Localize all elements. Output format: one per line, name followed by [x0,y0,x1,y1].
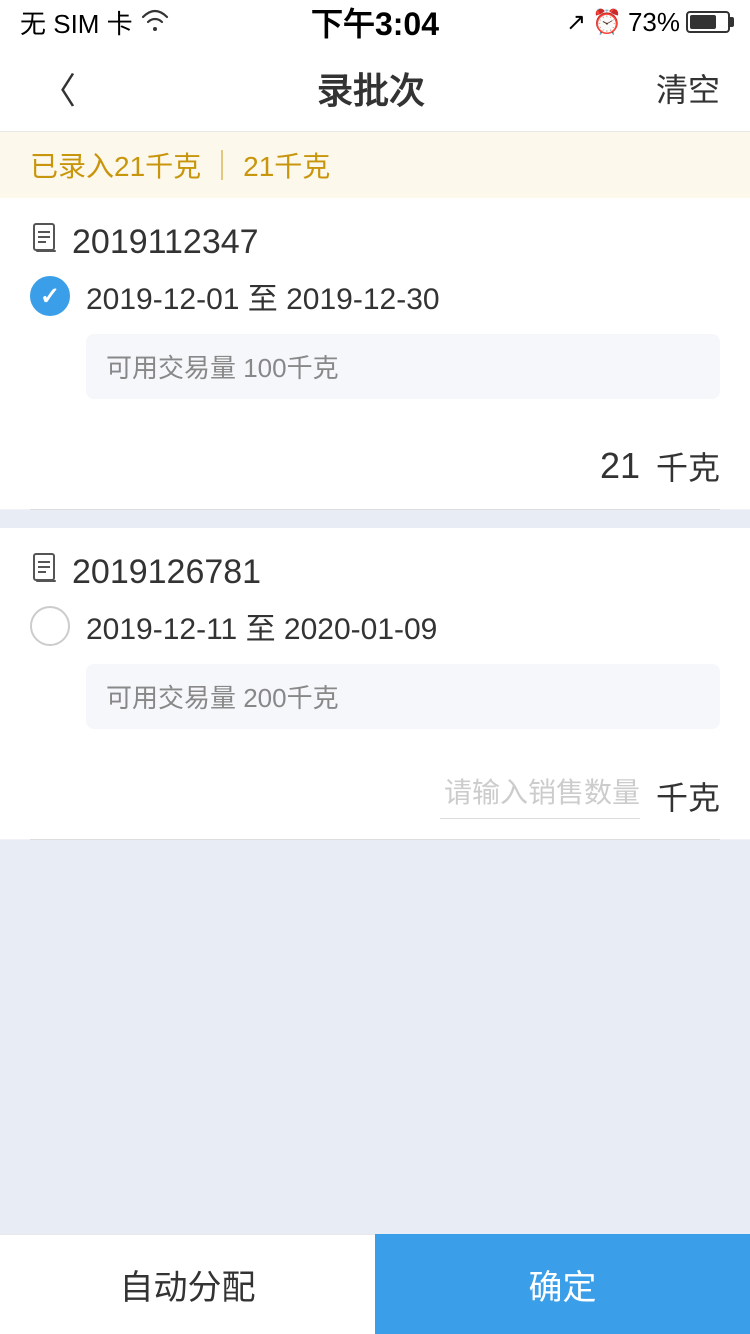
batch-date-row-2: 2019-12-11 至 2020-01-09 [30,604,720,648]
status-left: 无 SIM 卡 [20,4,169,41]
qty-unit-1: 千克 [656,443,720,489]
available-qty-1: 可用交易量 100千克 [86,334,720,399]
battery-percent: 73% [628,7,680,38]
batch-id-1: 2019112347 [72,223,259,262]
alarm-icon: ⏰ [592,8,622,37]
batch-radio-2[interactable] [30,606,70,646]
bottom-bar: 自动分配 确定 [0,1234,750,1334]
batch-date-1: 2019-12-01 至 2019-12-30 [86,274,440,318]
battery-icon [686,11,730,33]
wifi-icon [141,7,169,38]
summary-value: 21千克 [243,145,330,185]
batch-id-2: 2019126781 [72,553,261,592]
carrier-label: 无 SIM 卡 [20,4,133,41]
location-icon: ↗ [566,8,586,37]
status-bar: 无 SIM 卡 下午3:04 ↗ ⏰ 73% [0,0,750,44]
qty-unit-2: 千克 [656,773,720,819]
batch-id-row-1: 2019112347 [30,222,720,262]
batch-date-2: 2019-12-11 至 2020-01-09 [86,604,437,648]
status-time: 下午3:04 [311,0,439,45]
qty-value-1: 21 [600,445,640,487]
summary-banner: 已录入21千克 21千克 [0,132,750,198]
summary-recorded-label: 已录入21千克 [30,145,201,185]
qty-input-2[interactable] [440,773,640,819]
section-divider [0,510,750,528]
confirm-button[interactable]: 确定 [375,1234,750,1334]
batch-date-row-1: 2019-12-01 至 2019-12-30 [30,274,720,318]
batch-radio-1[interactable] [30,276,70,316]
qty-row-2: 千克 [0,753,750,839]
batch-id-row-2: 2019126781 [30,552,720,592]
auto-distribute-button[interactable]: 自动分配 [0,1234,375,1334]
batch-doc-icon-2 [30,552,62,592]
page-title: 录批次 [317,62,425,114]
available-qty-2: 可用交易量 200千克 [86,664,720,729]
batch-card-2: 2019126781 2019-12-11 至 2020-01-09 可用交易量… [0,528,750,753]
back-button[interactable]: 〈 [30,52,86,124]
qty-row-1: 21 千克 [0,423,750,509]
content-area: 已录入21千克 21千克 2019112347 2019-12-01 至 201… [0,132,750,1334]
batch-doc-icon-1 [30,222,62,262]
status-right: ↗ ⏰ 73% [566,7,730,38]
summary-divider [221,150,223,180]
nav-bar: 〈 录批次 清空 [0,44,750,132]
batch-card-1: 2019112347 2019-12-01 至 2019-12-30 可用交易量… [0,198,750,423]
clear-button[interactable]: 清空 [656,65,720,111]
